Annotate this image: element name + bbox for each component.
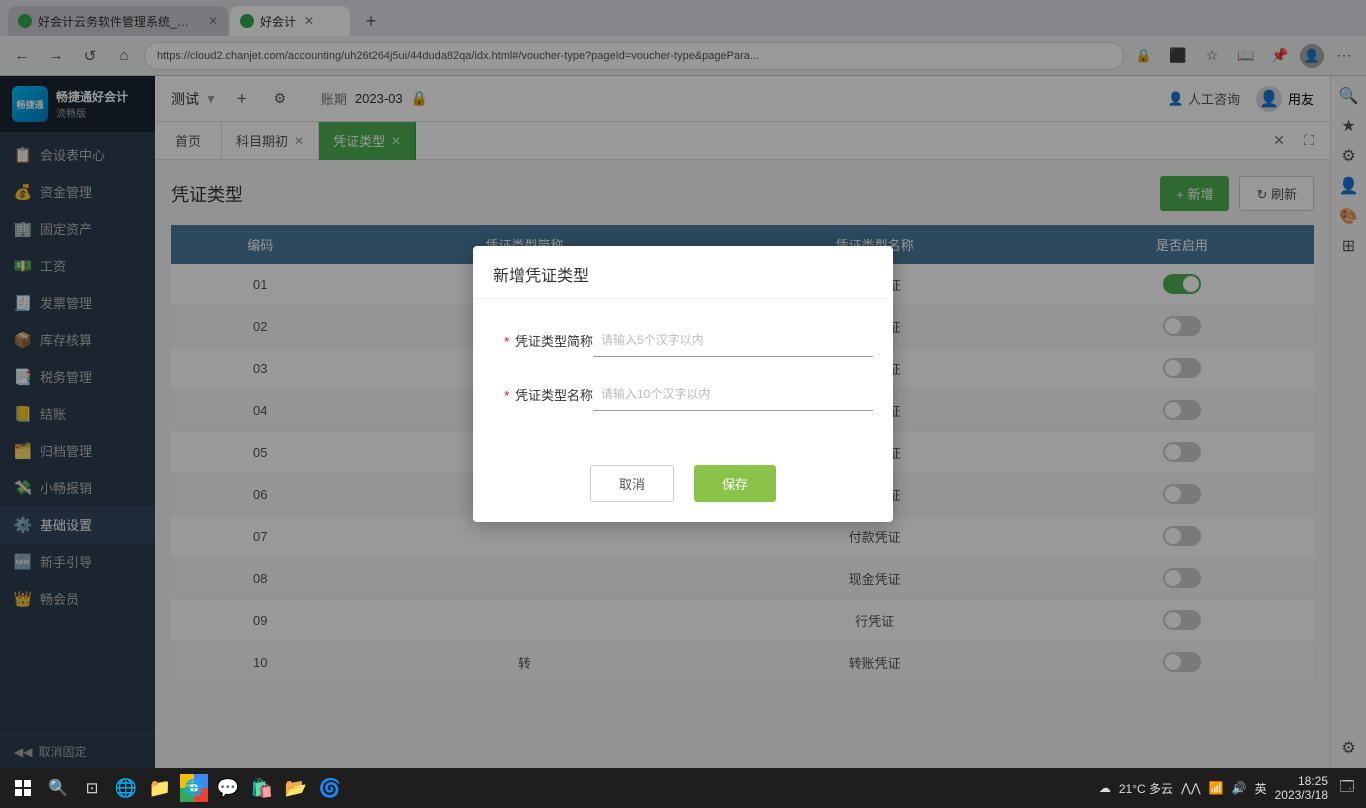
voucher-abbr-input[interactable]: [593, 323, 873, 357]
taskbar-edge2-icon[interactable]: 🌀: [316, 774, 344, 802]
taskbar-lang: 英: [1255, 780, 1267, 797]
form-abbr-label: * 凭证类型简称: [493, 331, 593, 350]
taskbar-clock[interactable]: 18:25 2023/3/18: [1275, 774, 1328, 802]
taskbar-weather-text: 21°C 多云: [1119, 780, 1173, 797]
taskbar-explorer-icon[interactable]: 📁: [146, 774, 174, 802]
modal-body: * 凭证类型简称 * 凭证类型名称: [473, 299, 893, 455]
taskbar: 🔍 ⊡ 🌐 📁 🌐 💬 🛍️ 📂 🌀 ☁ 21°C 多云 ⋀⋀ 📶 🔊 英 18…: [0, 768, 1366, 808]
required-star-name: *: [504, 388, 509, 403]
taskbar-volume: 🔊: [1232, 781, 1247, 795]
start-btn[interactable]: [8, 773, 38, 803]
modal-dialog: 新增凭证类型 * 凭证类型简称 * 凭证类型名称 取消 保存: [473, 246, 893, 522]
taskbar-search-btn[interactable]: 🔍: [44, 774, 72, 802]
cancel-button[interactable]: 取消: [590, 465, 674, 502]
taskbar-edge-icon[interactable]: 🌐: [112, 774, 140, 802]
form-row-abbr: * 凭证类型简称: [493, 323, 873, 357]
taskbar-wechat-icon[interactable]: 💬: [214, 774, 242, 802]
taskbar-task-view-btn[interactable]: ⊡: [78, 774, 106, 802]
required-star-abbr: *: [504, 334, 509, 349]
form-name-label: * 凭证类型名称: [493, 385, 593, 404]
taskbar-weather: ☁: [1099, 781, 1111, 795]
modal-header: 新增凭证类型: [473, 246, 893, 299]
taskbar-files-icon[interactable]: 📂: [282, 774, 310, 802]
taskbar-store-icon[interactable]: 🛍️: [248, 774, 276, 802]
windows-icon: [15, 780, 31, 796]
form-row-name: * 凭证类型名称: [493, 377, 873, 411]
modal-overlay: 新增凭证类型 * 凭证类型简称 * 凭证类型名称 取消 保存: [0, 0, 1366, 768]
taskbar-right: ☁ 21°C 多云 ⋀⋀ 📶 🔊 英 18:25 2023/3/18 🗔: [1099, 774, 1358, 802]
taskbar-time: 18:25: [1275, 774, 1328, 788]
taskbar-date: 2023/3/18: [1275, 788, 1328, 802]
modal-footer: 取消 保存: [473, 455, 893, 522]
voucher-name-input[interactable]: [593, 377, 873, 411]
taskbar-notification-btn[interactable]: 🗔: [1336, 777, 1358, 799]
taskbar-signal: 📶: [1209, 781, 1224, 795]
taskbar-chrome-icon[interactable]: 🌐: [180, 774, 208, 802]
save-button[interactable]: 保存: [694, 465, 776, 502]
taskbar-up-arrows: ⋀⋀: [1181, 781, 1201, 795]
modal-title: 新增凭证类型: [493, 268, 589, 285]
